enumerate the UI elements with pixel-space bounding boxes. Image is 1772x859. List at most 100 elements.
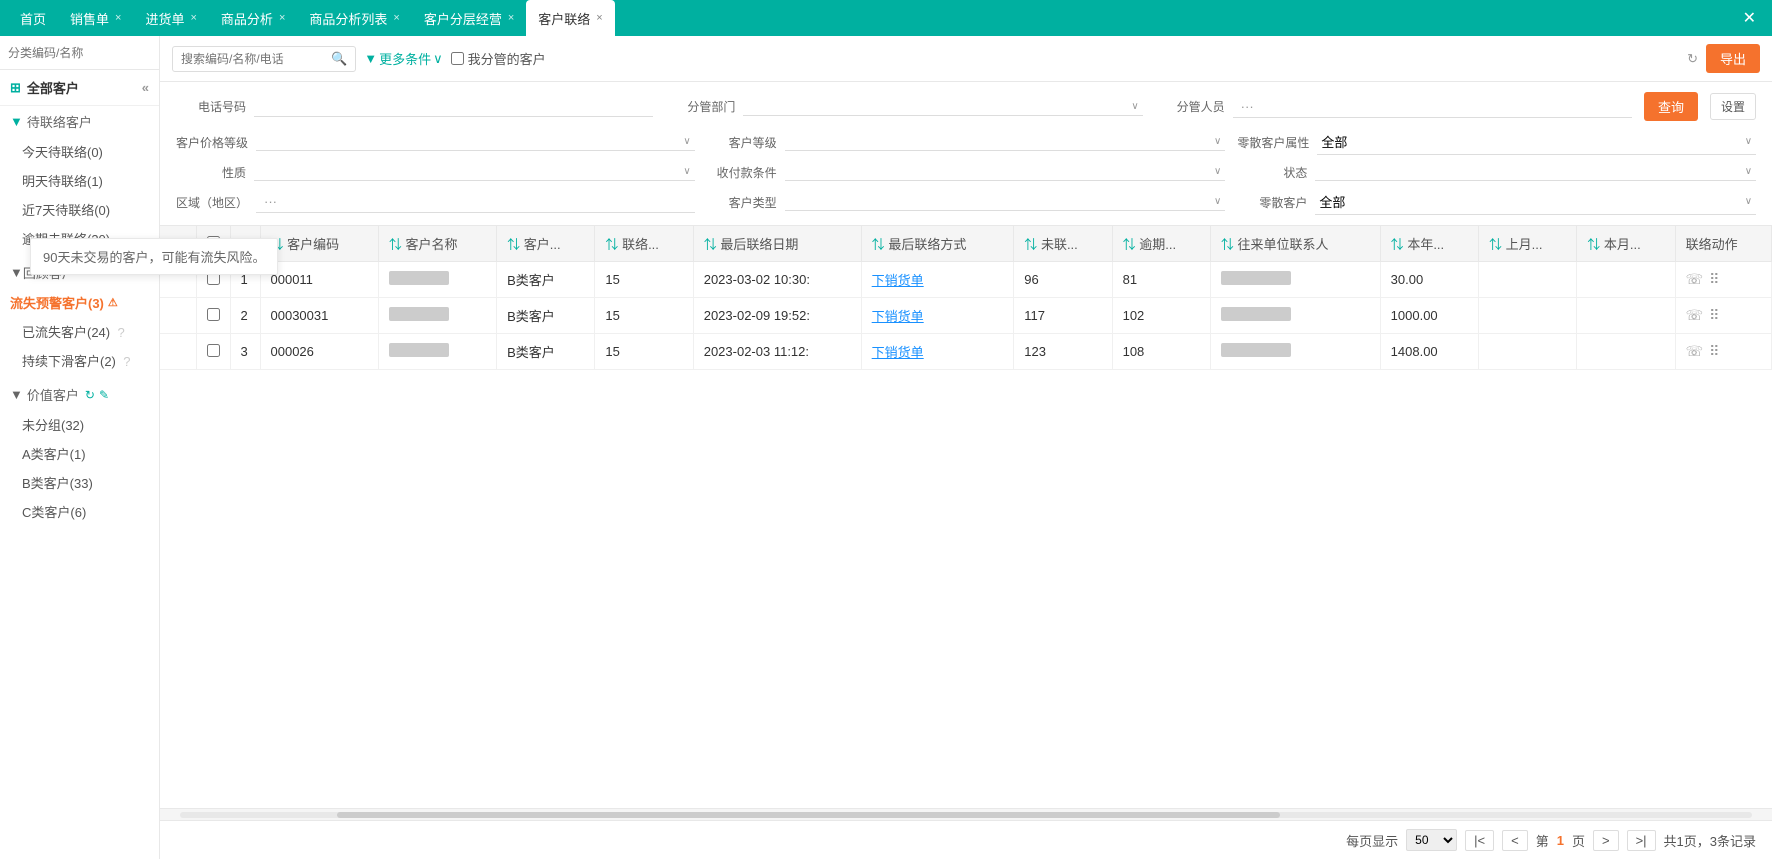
row-checkbox[interactable] [196, 334, 230, 370]
blurred-name [389, 271, 449, 285]
tab-analysis-close[interactable]: × [279, 12, 285, 24]
filter-zero-sales-attr-select[interactable]: 全部 ∨ [1317, 129, 1756, 155]
filter-dept: 分管部门 ∨ [665, 98, 1142, 116]
tab-home[interactable]: 首页 [8, 0, 58, 36]
sidebar-item-class-a[interactable]: A类客户(1) [0, 439, 159, 468]
col-unit-contacts[interactable]: ⇅ 往来单位联系人 [1210, 226, 1380, 262]
my-customers-checkbox[interactable] [451, 52, 464, 65]
filter-payment: 收付款条件 ∨ [707, 163, 1226, 181]
sidebar-item-ungrouped[interactable]: 未分组(32) [0, 410, 159, 439]
sidebar-item-churn-warning[interactable]: 流失预警客户(3) ⚠ [0, 288, 159, 317]
row-last-method[interactable]: 下销货单 [861, 262, 1014, 298]
sort-icon3: ⇅ [507, 237, 520, 252]
tab-customer-contact[interactable]: 客户联络 × [526, 0, 614, 36]
refresh-icon[interactable]: ↻ [85, 388, 95, 402]
contact-icon[interactable]: ☏ [1686, 271, 1704, 288]
row-last-method[interactable]: 下销货单 [861, 298, 1014, 334]
filter-status-select[interactable]: ∨ [1315, 163, 1756, 181]
tab-customer-tier-close[interactable]: × [508, 12, 514, 24]
more-action-icon[interactable]: ⠿ [1709, 271, 1719, 288]
row-this-year: 30.00 [1380, 262, 1478, 298]
row-last-method[interactable]: 下销货单 [861, 334, 1014, 370]
tab-sales[interactable]: 销售单 × [58, 0, 133, 36]
edit-icon[interactable]: ✎ [99, 388, 109, 402]
horizontal-scrollbar[interactable] [160, 808, 1772, 820]
last-method-link[interactable]: 下销货单 [872, 273, 924, 288]
refresh-icon2[interactable]: ↻ [1687, 51, 1698, 67]
more-action-icon[interactable]: ⠿ [1709, 307, 1719, 324]
settings-button[interactable]: 设置 [1710, 93, 1756, 120]
export-button[interactable]: 导出 [1706, 44, 1760, 73]
tab-sales-close[interactable]: × [115, 12, 121, 24]
filter-zero-sales-select[interactable]: 全部 ∨ [1315, 189, 1756, 215]
toolbar-search-icon[interactable]: 🔍 [331, 51, 347, 67]
sidebar-item-7days[interactable]: 近7天待联络(0) [0, 195, 159, 224]
tab-analysis[interactable]: 商品分析 × [209, 0, 297, 36]
contact-icon[interactable]: ☏ [1686, 307, 1704, 324]
filter-payment-select[interactable]: ∨ [785, 163, 1226, 181]
filter-price-level-select[interactable]: ∨ [256, 133, 695, 151]
filter-customer-level-select[interactable]: ∨ [785, 133, 1226, 151]
tab-analysis-list[interactable]: 商品分析列表 × [297, 0, 411, 36]
row-no: 2 [230, 298, 260, 334]
more-conditions-btn[interactable]: ▼ 更多条件 ∨ [364, 49, 442, 68]
filter-gender-select[interactable]: ∨ [254, 163, 695, 181]
contact-icon[interactable]: ☏ [1686, 343, 1704, 360]
row-select-checkbox[interactable] [207, 344, 220, 357]
col-this-month[interactable]: ⇅ 本月... [1577, 226, 1675, 262]
col-this-year[interactable]: ⇅ 本年... [1380, 226, 1478, 262]
filter-customer-type-select[interactable]: ∨ [785, 193, 1226, 211]
row-no-contact: 117 [1014, 298, 1112, 334]
col-no-contact[interactable]: ⇅ 未联... [1014, 226, 1112, 262]
filter-region-select[interactable]: ··· [256, 191, 695, 213]
sidebar-item-already-lost[interactable]: 已流失客户(24) ? [0, 317, 159, 346]
tab-analysis-list-close[interactable]: × [393, 12, 399, 24]
sidebar-group-value[interactable]: ▼ 价值客户 ↻ ✎ [0, 379, 159, 410]
region-dots-icon[interactable]: ··· [264, 194, 277, 209]
col-type[interactable]: ⇅ 客户... [497, 226, 595, 262]
grid-icon: ⊞ [10, 80, 21, 96]
sidebar-item-class-c[interactable]: C类客户(6) [0, 497, 159, 526]
first-page-btn[interactable]: |< [1465, 830, 1494, 851]
col-overdue[interactable]: ⇅ 逾期... [1112, 226, 1210, 262]
sidebar-item-class-b[interactable]: B类客户(33) [0, 468, 159, 497]
last-method-link[interactable]: 下销货单 [872, 309, 924, 324]
row-last-month [1478, 262, 1576, 298]
sidebar-group-pending[interactable]: ▼ 待联络客户 [0, 106, 159, 137]
row-select-checkbox[interactable] [207, 308, 220, 321]
filter-phone-input[interactable] [254, 96, 653, 117]
row-checkbox[interactable] [196, 298, 230, 334]
tab-purchase[interactable]: 进货单 × [133, 0, 208, 36]
row-last-month [1478, 298, 1576, 334]
filter-phone: 电话号码 [176, 96, 653, 117]
query-button[interactable]: 查询 [1644, 92, 1698, 121]
filter-manager-select[interactable]: ··· [1233, 96, 1632, 118]
filter-price-level-label: 客户价格等级 [176, 134, 248, 151]
sidebar-collapse-icon[interactable]: « [142, 80, 149, 95]
my-customers-checkbox-label[interactable]: 我分管的客户 [451, 49, 546, 68]
sidebar-item-today[interactable]: 今天待联络(0) [0, 137, 159, 166]
next-page-btn[interactable]: > [1593, 830, 1619, 851]
tab-customer-tier[interactable]: 客户分层经营 × [412, 0, 526, 36]
col-last-date[interactable]: ⇅ 最后联络日期 [693, 226, 861, 262]
col-last-method[interactable]: ⇅ 最后联络方式 [861, 226, 1014, 262]
sidebar-search-input[interactable] [8, 46, 160, 60]
prev-page-btn[interactable]: < [1502, 830, 1528, 851]
toolbar-search-input[interactable] [181, 52, 331, 66]
col-name[interactable]: ⇅ 客户名称 [378, 226, 496, 262]
tab-customer-contact-close[interactable]: × [596, 12, 602, 24]
col-contacts[interactable]: ⇅ 联络... [595, 226, 693, 262]
window-close-button[interactable]: ✕ [1735, 8, 1764, 28]
last-method-link[interactable]: 下销货单 [872, 345, 924, 360]
question-icon: ? [117, 325, 124, 340]
more-action-icon[interactable]: ⠿ [1709, 343, 1719, 360]
last-page-btn[interactable]: >| [1627, 830, 1656, 851]
sidebar-all-customers[interactable]: ⊞ 全部客户 « [0, 70, 159, 106]
tab-purchase-close[interactable]: × [190, 12, 196, 24]
sidebar-item-declining[interactable]: 持续下滑客户(2) ? [0, 346, 159, 375]
dots-icon[interactable]: ··· [1241, 99, 1254, 114]
filter-dept-select[interactable]: ∨ [743, 98, 1142, 116]
per-page-select[interactable]: 50 100 200 [1406, 829, 1457, 851]
col-last-month[interactable]: ⇅ 上月... [1478, 226, 1576, 262]
sidebar-item-tomorrow[interactable]: 明天待联络(1) [0, 166, 159, 195]
